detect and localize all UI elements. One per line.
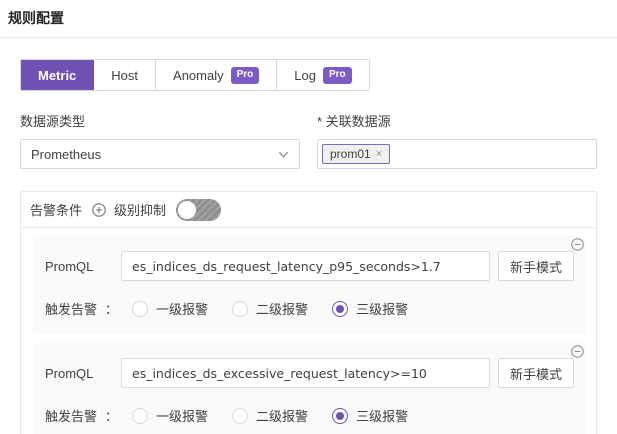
radio-level-1-label: 一级报警 (156, 409, 209, 424)
level-suppression-label: 级别抑制 (114, 203, 167, 218)
radio-level-1-label: 一级报警 (156, 302, 209, 317)
promql-label: PromQL (45, 365, 94, 381)
remove-tag-icon[interactable]: × (376, 148, 382, 160)
minus-circle-icon (571, 345, 584, 358)
radio-level-2-label: 二级报警 (256, 409, 309, 424)
pro-badge: Pro (230, 66, 260, 84)
radio-circle (232, 300, 249, 317)
related-datasource-input[interactable]: prom01 × (317, 139, 597, 169)
alert-level-radio-group: 一级报警 二级报警 三级报警 (132, 406, 408, 425)
promql-input[interactable] (121, 358, 490, 388)
tab-metric[interactable]: Metric (21, 60, 95, 90)
datasource-tag-label: prom01 (330, 147, 371, 161)
radio-circle (132, 300, 149, 317)
remove-condition-button[interactable] (571, 238, 584, 251)
promql-label: PromQL (45, 258, 94, 274)
radio-level-1[interactable]: 一级报警 (132, 406, 208, 425)
radio-circle (332, 300, 349, 317)
radio-circle (232, 407, 249, 424)
chevron-down-icon (278, 151, 289, 158)
radio-level-2[interactable]: 二级报警 (232, 406, 308, 425)
datasource-type-select[interactable]: Prometheus (20, 139, 300, 169)
radio-level-2-label: 二级报警 (256, 302, 309, 317)
condition-card-1: PromQL 新手模式 触发告警 ： 一级报警 二级报警 (33, 236, 586, 334)
alert-conditions-title: 告警条件 (30, 203, 83, 218)
radio-level-3-label: 三级报警 (356, 409, 409, 424)
radio-level-3-label: 三级报警 (356, 302, 409, 317)
tab-host[interactable]: Host (94, 60, 157, 90)
radio-level-3[interactable]: 三级报警 (332, 299, 408, 318)
tab-anomaly-label: Anomaly (173, 67, 224, 83)
radio-circle (132, 407, 149, 424)
alert-conditions-panel: 告警条件 级别抑制 PromQL 新手模式 触发告警 ： (20, 191, 597, 434)
plus-circle-icon (92, 202, 106, 217)
datasource-type-label: 数据源类型 (20, 114, 86, 129)
related-datasource-label: * 关联数据源 (317, 114, 391, 129)
datasource-type-value: Prometheus (31, 146, 102, 162)
tab-log-label: Log (294, 67, 316, 83)
rule-type-tabs: Metric Host Anomaly Pro Log Pro (20, 59, 370, 91)
condition-card-2: PromQL 新手模式 触发告警 ： 一级报警 二级报警 (33, 343, 586, 434)
radio-level-3[interactable]: 三级报警 (332, 406, 408, 425)
radio-level-1[interactable]: 一级报警 (132, 299, 208, 318)
minus-circle-icon (571, 238, 584, 251)
novice-mode-button[interactable]: 新手模式 (497, 251, 574, 281)
page-title: 规则配置 (8, 10, 64, 26)
datasource-tag: prom01 × (322, 144, 391, 164)
tab-host-label: Host (111, 67, 139, 83)
pro-badge: Pro (322, 66, 352, 84)
trigger-alert-colon: ： (105, 409, 119, 424)
promql-input[interactable] (121, 251, 490, 281)
radio-circle (332, 407, 349, 424)
trigger-alert-label: 触发告警 (45, 409, 98, 424)
toggle-knob (178, 200, 197, 219)
tab-anomaly[interactable]: Anomaly Pro (156, 60, 278, 90)
alert-level-radio-group: 一级报警 二级报警 三级报警 (132, 299, 408, 318)
novice-mode-button[interactable]: 新手模式 (497, 358, 574, 388)
remove-condition-button[interactable] (571, 345, 584, 358)
level-suppression-toggle[interactable] (176, 198, 222, 221)
add-condition-button[interactable] (92, 202, 106, 217)
alert-conditions-header: 告警条件 级别抑制 (21, 192, 596, 228)
trigger-alert-colon: ： (105, 302, 119, 317)
radio-level-2[interactable]: 二级报警 (232, 299, 308, 318)
tab-log[interactable]: Log Pro (277, 60, 369, 90)
tab-metric-label: Metric (38, 67, 77, 83)
trigger-alert-label: 触发告警 (45, 302, 98, 317)
